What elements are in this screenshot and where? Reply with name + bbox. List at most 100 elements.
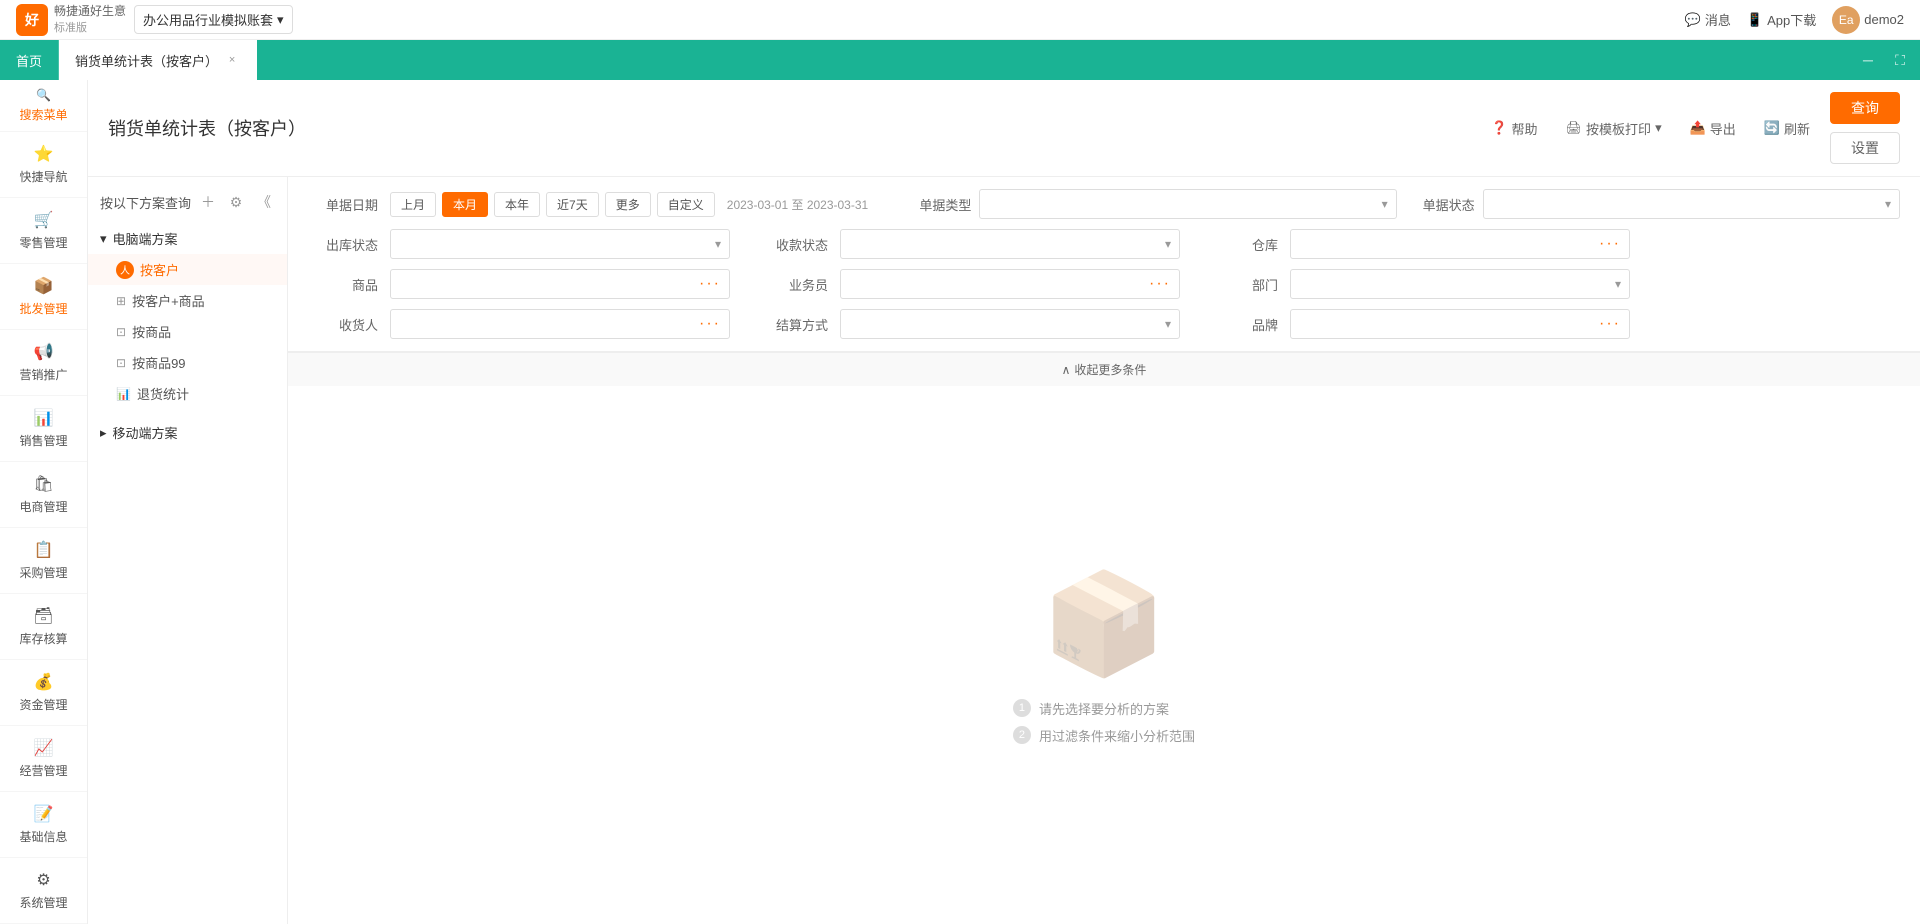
date-btn-lastmonth[interactable]: 上月 (390, 192, 436, 217)
date-btn-last7days[interactable]: 近7天 (546, 192, 599, 217)
tree-expand-icon: ▾ (100, 231, 107, 247)
consignee-select[interactable]: ··· (390, 309, 730, 339)
app-download-button[interactable]: 📱 App下载 (1747, 10, 1816, 29)
add-scheme-button[interactable]: ＋ (197, 191, 219, 213)
sidebar-label-sales: 销售管理 (19, 432, 67, 449)
tab-maximize-icon[interactable]: ⛶ (1888, 48, 1912, 72)
doc-type-label: 单据类型 (901, 195, 971, 214)
left-panel-header: 按以下方案查询 ＋ ⚙ 《 (88, 185, 287, 219)
tree-child-label-return: 退货统计 (137, 384, 189, 403)
tree-child-return[interactable]: 📊 退货统计 (88, 378, 287, 409)
help-button[interactable]: ❓ 帮助 (1483, 115, 1545, 142)
collapse-bar[interactable]: ∧ 收起更多条件 (288, 352, 1920, 386)
sidebar-item-finance[interactable]: 💰 资金管理 (0, 660, 87, 726)
sidebar-item-sales[interactable]: 📊 销售管理 (0, 396, 87, 462)
sidebar-item-retail[interactable]: 🛒 零售管理 (0, 198, 87, 264)
right-panel: 单据日期 上月 本月 本年 近7天 更多 自定义 2023-03-01 至 20… (288, 177, 1920, 924)
basic-info-icon: 📝 (34, 804, 54, 824)
empty-illustration: 📦 (1042, 566, 1167, 683)
tab-minimize-icon[interactable]: ─ (1856, 48, 1880, 72)
doc-status-select[interactable]: ▾ (1483, 189, 1900, 219)
hint-text-1: 请先选择要分析的方案 (1039, 699, 1169, 718)
date-control: 上月 本月 本年 近7天 更多 自定义 2023-03-01 至 2023-03… (390, 192, 889, 217)
refresh-label: 刷新 (1784, 119, 1810, 138)
brand-label: 品牌 (1208, 315, 1278, 334)
salesperson-label: 业务员 (758, 275, 828, 294)
sidebar-label-wholesale: 批发管理 (19, 300, 67, 317)
sales-stat-tab-label: 销货单统计表（按客户） (75, 51, 218, 70)
page-title: 销货单统计表（按客户） (108, 115, 306, 141)
tree-child-product99[interactable]: ⊡ 按商品99 (88, 347, 287, 378)
sidebar-item-wholesale[interactable]: 📦 批发管理 (0, 264, 87, 330)
warehouse-dots-icon: ··· (1599, 235, 1621, 253)
hint-num-2: 2 (1013, 726, 1031, 744)
doc-type-select[interactable]: ▾ (979, 189, 1396, 219)
collapse-panel-button[interactable]: 《 (253, 191, 275, 213)
date-btn-custom[interactable]: 自定义 (657, 192, 715, 217)
sidebar-label-basic-info: 基础信息 (19, 828, 67, 845)
tree-parent-mobile[interactable]: ▸ 移动端方案 (88, 417, 287, 448)
query-button[interactable]: 查询 (1830, 92, 1900, 124)
tree-child-product[interactable]: ⊡ 按商品 (88, 316, 287, 347)
sidebar-item-marketing[interactable]: 📢 营销推广 (0, 330, 87, 396)
left-panel: 按以下方案查询 ＋ ⚙ 《 ▾ 电脑端方案 人 按客户 (88, 177, 288, 924)
salesperson-select[interactable]: ··· (840, 269, 1180, 299)
sidebar-label-system: 系统管理 (19, 894, 67, 911)
sidebar-item-ecommerce[interactable]: 🛍 电商管理 (0, 462, 87, 528)
content-area: 按以下方案查询 ＋ ⚙ 《 ▾ 电脑端方案 人 按客户 (88, 177, 1920, 924)
message-button[interactable]: 💬 消息 (1685, 10, 1731, 29)
payment-status-arrow-icon: ▾ (1165, 237, 1171, 251)
department-select[interactable]: ▾ (1290, 269, 1630, 299)
print-button[interactable]: 🖨 按模板打印 ▾ (1558, 115, 1670, 142)
filter-row-date: 单据日期 上月 本月 本年 近7天 更多 自定义 2023-03-01 至 20… (308, 189, 1900, 219)
department-arrow-icon: ▾ (1615, 277, 1621, 291)
refresh-button[interactable]: 🔄 刷新 (1756, 115, 1818, 142)
date-btn-more[interactable]: 更多 (605, 192, 651, 217)
export-button[interactable]: 📤 导出 (1682, 115, 1744, 142)
tab-sales-stat[interactable]: 销货单统计表（按客户） × (59, 40, 257, 80)
out-status-select[interactable]: ▾ (390, 229, 730, 259)
tab-close-icon[interactable]: × (224, 52, 240, 68)
sidebar-item-operations[interactable]: 📈 经营管理 (0, 726, 87, 792)
payment-status-select[interactable]: ▾ (840, 229, 1180, 259)
tree-child-label-customer: 按客户 (140, 260, 179, 279)
tab-bar: 首页 销货单统计表（按客户） × ─ ⛶ (0, 40, 1920, 80)
tab-home[interactable]: 首页 (0, 40, 59, 80)
tree-child-by-customer[interactable]: 人 按客户 (88, 254, 287, 285)
quicknav-icon: ⭐ (34, 144, 54, 164)
top-bar-right: 💬 消息 📱 App下载 Ea demo2 (1685, 6, 1904, 34)
sidebar-label-operations: 经营管理 (19, 762, 67, 779)
logo-icon: 好 (16, 4, 48, 36)
product-select[interactable]: ··· (390, 269, 730, 299)
sidebar-label-finance: 资金管理 (19, 696, 67, 713)
sidebar-item-basic-info[interactable]: 📝 基础信息 (0, 792, 87, 858)
product-dots-icon: ··· (699, 275, 721, 293)
purchase-icon: 📋 (34, 540, 54, 560)
sidebar-item-purchase[interactable]: 📋 采购管理 (0, 528, 87, 594)
inventory-icon: 🗃 (33, 606, 53, 626)
product-label: 商品 (308, 275, 378, 294)
sidebar-item-quicknav[interactable]: ⭐ 快捷导航 (0, 132, 87, 198)
payment-method-select[interactable]: ▾ (840, 309, 1180, 339)
page-header-actions: ❓ 帮助 🖨 按模板打印 ▾ 📤 导出 🔄 刷新 查询 (1483, 92, 1900, 164)
warehouse-select[interactable]: ··· (1290, 229, 1630, 259)
date-btn-thisyear[interactable]: 本年 (494, 192, 540, 217)
tree-child-label-cp: 按客户+商品 (132, 291, 205, 310)
date-btn-thismonth[interactable]: 本月 (442, 192, 488, 217)
sidebar-item-search[interactable]: 🔍 搜索菜单 (0, 80, 87, 132)
settings-button[interactable]: 设置 (1830, 132, 1900, 164)
sidebar-item-inventory[interactable]: 🗃 库存核算 (0, 594, 87, 660)
edit-scheme-button[interactable]: ⚙ (225, 191, 247, 213)
payment-method-label: 结算方式 (758, 315, 828, 334)
query-settings-group: 查询 设置 (1830, 92, 1900, 164)
brand-select[interactable]: ··· (1290, 309, 1630, 339)
sidebar-item-system[interactable]: ⚙ 系统管理 (0, 858, 87, 924)
industry-name: 办公用品行业模拟账套 (143, 10, 273, 29)
operations-icon: 📈 (34, 738, 54, 758)
sidebar-label-retail: 零售管理 (19, 234, 67, 251)
user-area[interactable]: Ea demo2 (1832, 6, 1904, 34)
tree-child-customer-product[interactable]: ⊞ 按客户+商品 (88, 285, 287, 316)
tree-parent-desktop[interactable]: ▾ 电脑端方案 (88, 223, 287, 254)
industry-select[interactable]: 办公用品行业模拟账套 ▾ (134, 5, 293, 34)
message-label: 消息 (1705, 10, 1731, 29)
